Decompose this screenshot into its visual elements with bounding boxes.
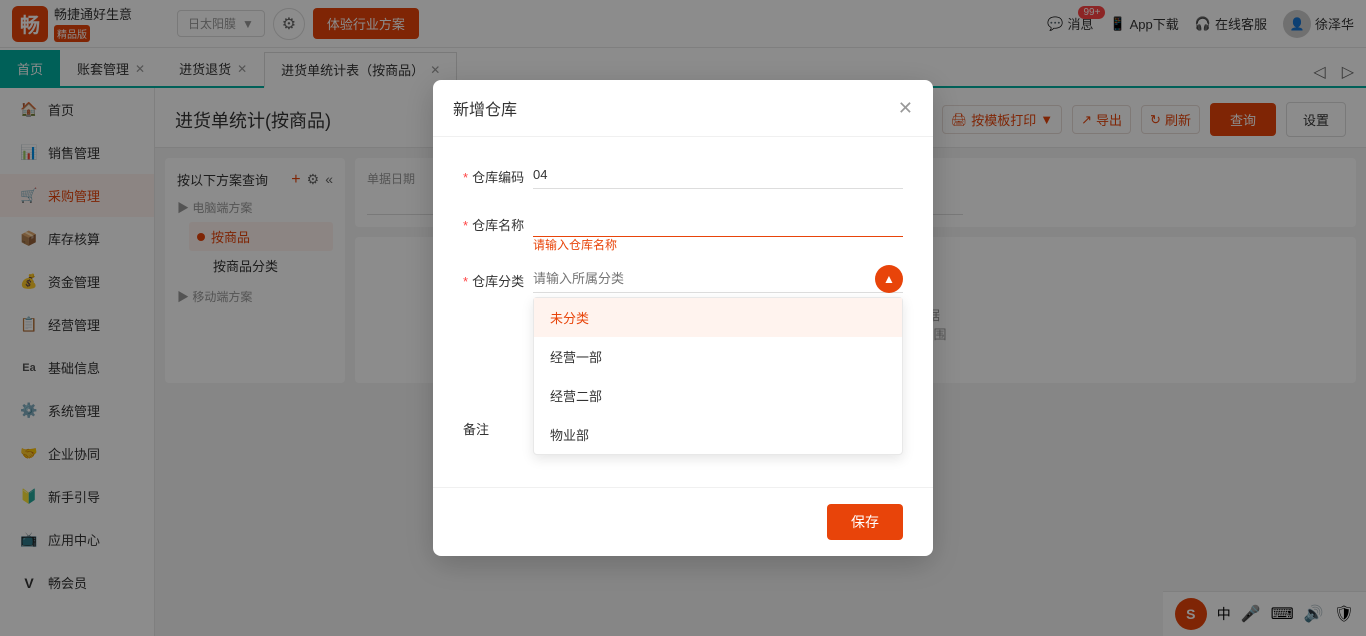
category-dropdown: 未分类 经营一部 经营二部 物业部 bbox=[533, 297, 903, 455]
dropdown-item-dept2[interactable]: 经营二部 bbox=[534, 376, 902, 415]
form-label-code: *仓库编码 bbox=[463, 161, 533, 186]
dialog-footer: 保存 bbox=[433, 487, 933, 556]
modal-overlay: 新增仓库 ✕ *仓库编码 *仓库名称 请输入仓库名称 bbox=[0, 0, 1366, 636]
form-row-code: *仓库编码 bbox=[463, 161, 903, 189]
dropdown-item-unclassified[interactable]: 未分类 bbox=[534, 298, 902, 337]
dialog-header: 新增仓库 ✕ bbox=[433, 80, 933, 137]
category-select-wrapper: ▲ 未分类 经营一部 经营二部 物业部 bbox=[533, 265, 903, 293]
dialog-body: *仓库编码 *仓库名称 请输入仓库名称 *仓库分类 ▲ bbox=[433, 137, 933, 487]
dialog-title: 新增仓库 bbox=[453, 96, 517, 120]
warehouse-name-error: 请输入仓库名称 bbox=[533, 236, 617, 253]
warehouse-name-input[interactable] bbox=[533, 209, 903, 237]
category-dropdown-toggle[interactable]: ▲ bbox=[875, 265, 903, 293]
warehouse-code-input[interactable] bbox=[533, 161, 903, 189]
form-label-category: *仓库分类 bbox=[463, 265, 533, 290]
form-row-name: *仓库名称 请输入仓库名称 bbox=[463, 209, 903, 237]
dropdown-item-dept1[interactable]: 经营一部 bbox=[534, 337, 902, 376]
new-warehouse-dialog: 新增仓库 ✕ *仓库编码 *仓库名称 请输入仓库名称 bbox=[433, 80, 933, 556]
form-row-category: *仓库分类 ▲ 未分类 经营一部 经营二部 物业部 bbox=[463, 265, 903, 293]
dropdown-item-property[interactable]: 物业部 bbox=[534, 415, 902, 454]
save-button[interactable]: 保存 bbox=[827, 504, 903, 540]
form-label-note: 备注 bbox=[463, 413, 533, 438]
form-label-name: *仓库名称 bbox=[463, 209, 533, 234]
dialog-close-button[interactable]: ✕ bbox=[898, 99, 913, 117]
category-input[interactable] bbox=[533, 265, 903, 293]
